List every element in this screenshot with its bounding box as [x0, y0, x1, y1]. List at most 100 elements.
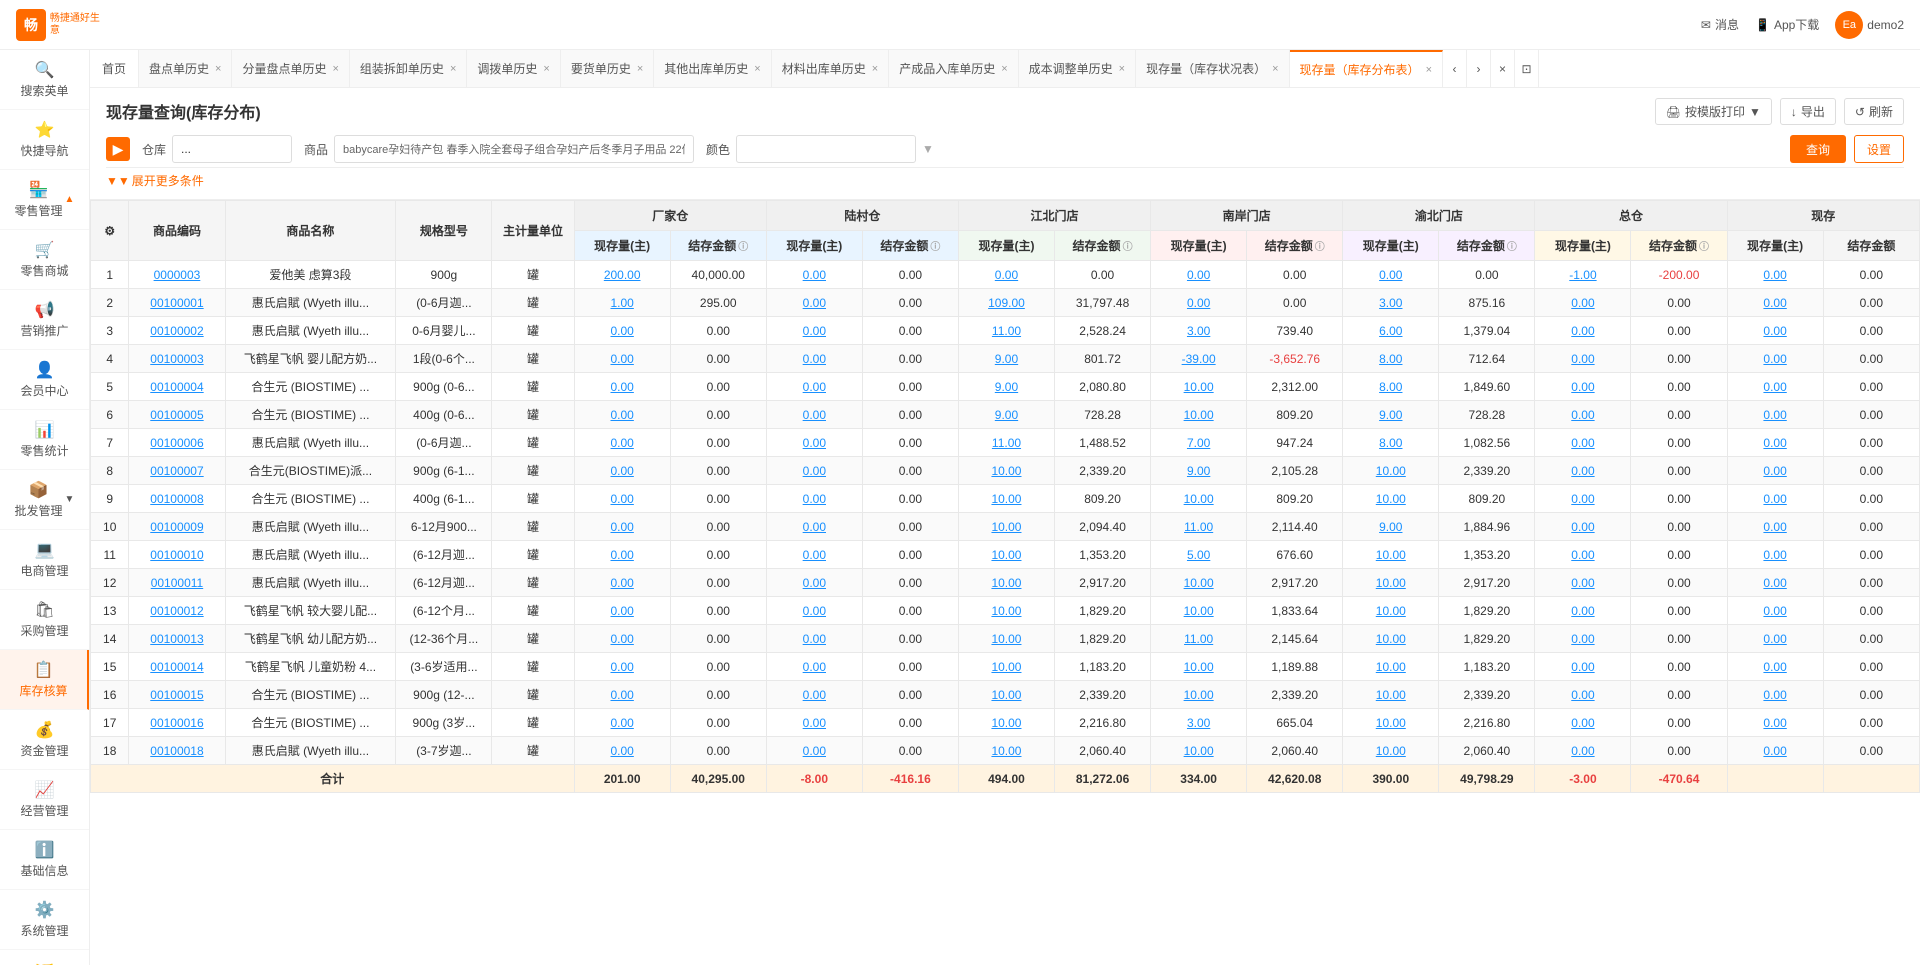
table-container[interactable]: ⚙ 商品编码 商品名称 规格型号 主计量单位 厂家仓 陆村仓 江北门店 南岸门店… [90, 200, 1920, 965]
tab-cost-history[interactable]: 成本调整单历史 × [1019, 50, 1136, 88]
table-cell[interactable]: 0.00 [766, 597, 862, 625]
goods-input[interactable] [334, 135, 694, 163]
table-cell[interactable]: 00100011 [129, 569, 225, 597]
table-cell[interactable]: 0.00 [1535, 625, 1631, 653]
table-cell[interactable]: 9.00 [1151, 457, 1247, 485]
table-cell[interactable]: 0.00 [1727, 569, 1823, 597]
table-cell[interactable]: 9.00 [958, 345, 1054, 373]
tab-expand[interactable]: ⊡ [1515, 50, 1539, 88]
table-cell[interactable]: 0.00 [574, 597, 670, 625]
table-cell[interactable]: 10.00 [958, 457, 1054, 485]
table-cell[interactable]: 10.00 [1343, 485, 1439, 513]
table-cell[interactable]: 9.00 [958, 401, 1054, 429]
table-cell[interactable]: 0.00 [1343, 261, 1439, 289]
table-cell[interactable]: 00100015 [129, 681, 225, 709]
table-cell[interactable]: 10.00 [1343, 569, 1439, 597]
table-cell[interactable]: 0.00 [1535, 345, 1631, 373]
table-cell[interactable]: 10.00 [958, 737, 1054, 765]
table-cell[interactable]: 7.00 [1151, 429, 1247, 457]
table-cell[interactable]: 00100014 [129, 653, 225, 681]
table-cell[interactable]: 10.00 [1151, 737, 1247, 765]
table-cell[interactable]: 0.00 [1727, 541, 1823, 569]
filter-toggle-btn[interactable]: ▶ [106, 137, 130, 161]
table-cell[interactable]: 0.00 [1535, 485, 1631, 513]
tab-material-history[interactable]: 材料出库单历史 × [772, 50, 889, 88]
table-cell[interactable]: 00100009 [129, 513, 225, 541]
messages-btn[interactable]: ✉ 消息 [1701, 16, 1739, 33]
tab-inventory-history[interactable]: 盘点单历史 × [139, 50, 232, 88]
table-cell[interactable]: 8.00 [1343, 373, 1439, 401]
table-cell[interactable]: 0.00 [1535, 569, 1631, 597]
sidebar-item-retail-stats[interactable]: 📊 零售统计 [0, 410, 89, 470]
table-cell[interactable]: 10.00 [1343, 541, 1439, 569]
table-cell[interactable]: 0.00 [1535, 653, 1631, 681]
sidebar-item-finance[interactable]: 💰 资金管理 [0, 710, 89, 770]
query-button[interactable]: 查询 [1790, 135, 1846, 163]
table-cell[interactable]: 10.00 [1151, 485, 1247, 513]
table-cell[interactable]: 11.00 [958, 429, 1054, 457]
table-cell[interactable]: 10.00 [958, 569, 1054, 597]
table-cell[interactable]: 0.00 [574, 429, 670, 457]
table-cell[interactable]: 10.00 [1151, 653, 1247, 681]
table-cell[interactable]: 0.00 [766, 541, 862, 569]
table-cell[interactable]: 00100013 [129, 625, 225, 653]
app-download-btn[interactable]: 📱 App下载 [1755, 16, 1819, 33]
table-cell[interactable]: 10.00 [1151, 569, 1247, 597]
table-cell[interactable]: 10.00 [1343, 653, 1439, 681]
table-cell[interactable]: 0.00 [1727, 317, 1823, 345]
table-cell[interactable]: 0.00 [766, 485, 862, 513]
table-cell[interactable]: 10.00 [1343, 681, 1439, 709]
sidebar-item-system[interactable]: ⚙️ 系统管理 [0, 890, 89, 950]
tab-stock-distribution[interactable]: 现存量（库存分布表） × [1290, 50, 1443, 88]
table-cell[interactable]: 109.00 [958, 289, 1054, 317]
table-cell[interactable]: 0.00 [1727, 289, 1823, 317]
color-dropdown-icon[interactable]: ▼ [922, 142, 934, 156]
warehouse-input[interactable] [172, 135, 292, 163]
table-cell[interactable]: 00100018 [129, 737, 225, 765]
table-cell[interactable]: 11.00 [1151, 625, 1247, 653]
table-cell[interactable]: 0.00 [1535, 457, 1631, 485]
sidebar-item-wholesale[interactable]: 📦 批发管理 ▼ [0, 470, 89, 530]
table-cell[interactable]: 0000003 [129, 261, 225, 289]
table-cell[interactable]: 0.00 [766, 569, 862, 597]
table-cell[interactable]: 0.00 [766, 429, 862, 457]
table-cell[interactable]: 10.00 [958, 541, 1054, 569]
close-icon[interactable]: × [215, 63, 221, 75]
table-cell[interactable]: 6.00 [1343, 317, 1439, 345]
sidebar-item-management[interactable]: 📈 经营管理 [0, 770, 89, 830]
tab-scroll-left[interactable]: ‹ [1443, 50, 1467, 88]
table-cell[interactable]: 0.00 [574, 569, 670, 597]
sidebar-item-marketing[interactable]: 📢 营销推广 [0, 290, 89, 350]
table-cell[interactable]: 0.00 [1535, 429, 1631, 457]
table-cell[interactable]: 9.00 [1343, 401, 1439, 429]
table-cell[interactable]: 0.00 [1151, 261, 1247, 289]
table-cell[interactable]: 0.00 [574, 317, 670, 345]
table-cell[interactable]: 0.00 [1727, 485, 1823, 513]
table-cell[interactable]: 0.00 [1727, 429, 1823, 457]
table-cell[interactable]: 0.00 [766, 345, 862, 373]
table-cell[interactable]: 0.00 [766, 625, 862, 653]
table-cell[interactable]: 10.00 [958, 597, 1054, 625]
table-cell[interactable]: 9.00 [958, 373, 1054, 401]
table-cell[interactable]: 10.00 [958, 485, 1054, 513]
table-cell[interactable]: 00100002 [129, 317, 225, 345]
info-icon[interactable]: ⓘ [738, 238, 748, 253]
table-cell[interactable]: 00100016 [129, 709, 225, 737]
table-cell[interactable]: 0.00 [1727, 737, 1823, 765]
table-cell[interactable]: 0.00 [1727, 709, 1823, 737]
sidebar-item-enterprise[interactable]: 🤝 企业协同 [0, 950, 89, 965]
close-icon[interactable]: × [872, 63, 878, 75]
table-cell[interactable]: 10.00 [958, 709, 1054, 737]
table-cell[interactable]: 0.00 [574, 737, 670, 765]
table-cell[interactable]: 0.00 [1727, 373, 1823, 401]
table-cell[interactable]: 0.00 [574, 345, 670, 373]
sidebar-item-search[interactable]: 🔍 搜索英单 [0, 50, 89, 110]
table-cell[interactable]: 5.00 [1151, 541, 1247, 569]
table-cell[interactable]: 0.00 [1535, 597, 1631, 625]
color-input[interactable] [736, 135, 916, 163]
table-cell[interactable]: 0.00 [766, 401, 862, 429]
table-cell[interactable]: 0.00 [766, 681, 862, 709]
table-cell[interactable]: 11.00 [1151, 513, 1247, 541]
table-cell[interactable]: -39.00 [1151, 345, 1247, 373]
print-button[interactable]: 🖨 按模版打印 ▼ [1655, 98, 1772, 125]
